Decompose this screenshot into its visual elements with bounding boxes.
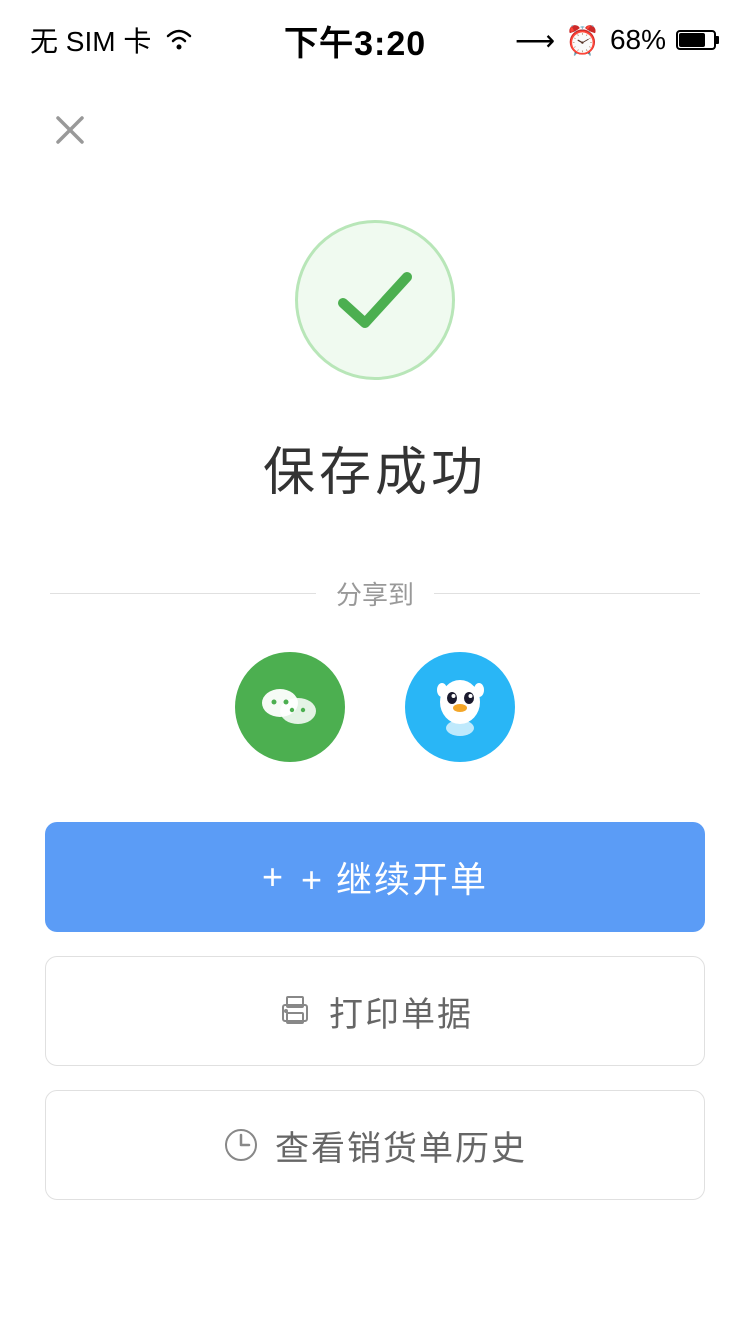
divider-left — [50, 593, 316, 594]
print-button[interactable]: 打印单据 — [45, 956, 705, 1066]
battery-icon — [676, 29, 720, 51]
qq-share-button[interactable] — [405, 652, 515, 762]
print-label: 打印单据 — [329, 987, 473, 1036]
status-time: 下午3:20 — [284, 16, 426, 65]
wechat-share-button[interactable] — [235, 652, 345, 762]
divider-right — [434, 593, 700, 594]
battery-percent: 68% — [610, 24, 666, 56]
continue-button[interactable]: + + 继续开单 — [45, 822, 705, 932]
share-icons — [235, 652, 515, 762]
status-bar: 无 SIM 卡 下午3:20 ⟶ ⏰ 68% — [0, 0, 750, 80]
action-buttons: + + 继续开单 打印单据 查看销货单历史 — [45, 822, 705, 1200]
location-icon: ⟶ — [515, 24, 555, 57]
wifi-icon — [163, 28, 195, 52]
checkmark-icon — [335, 265, 415, 335]
close-button[interactable] — [40, 100, 100, 160]
print-icon — [277, 993, 313, 1029]
history-icon — [223, 1127, 259, 1163]
success-circle — [295, 220, 455, 380]
share-label: 分享到 — [316, 575, 434, 612]
status-right-icons: ⟶ ⏰ 68% — [515, 24, 720, 57]
history-label: 查看销货单历史 — [275, 1121, 527, 1170]
alarm-icon: ⏰ — [565, 24, 600, 57]
continue-label: + 继续开单 — [301, 851, 488, 903]
qq-icon — [428, 672, 493, 742]
success-title: 保存成功 — [263, 430, 487, 505]
status-carrier: 无 SIM 卡 — [30, 20, 195, 60]
main-content: 保存成功 分享到 — [0, 80, 750, 1200]
share-section: 分享到 — [0, 575, 750, 762]
continue-icon: + — [262, 856, 285, 898]
history-button[interactable]: 查看销货单历史 — [45, 1090, 705, 1200]
wechat-icon — [258, 677, 323, 737]
share-divider: 分享到 — [0, 575, 750, 612]
